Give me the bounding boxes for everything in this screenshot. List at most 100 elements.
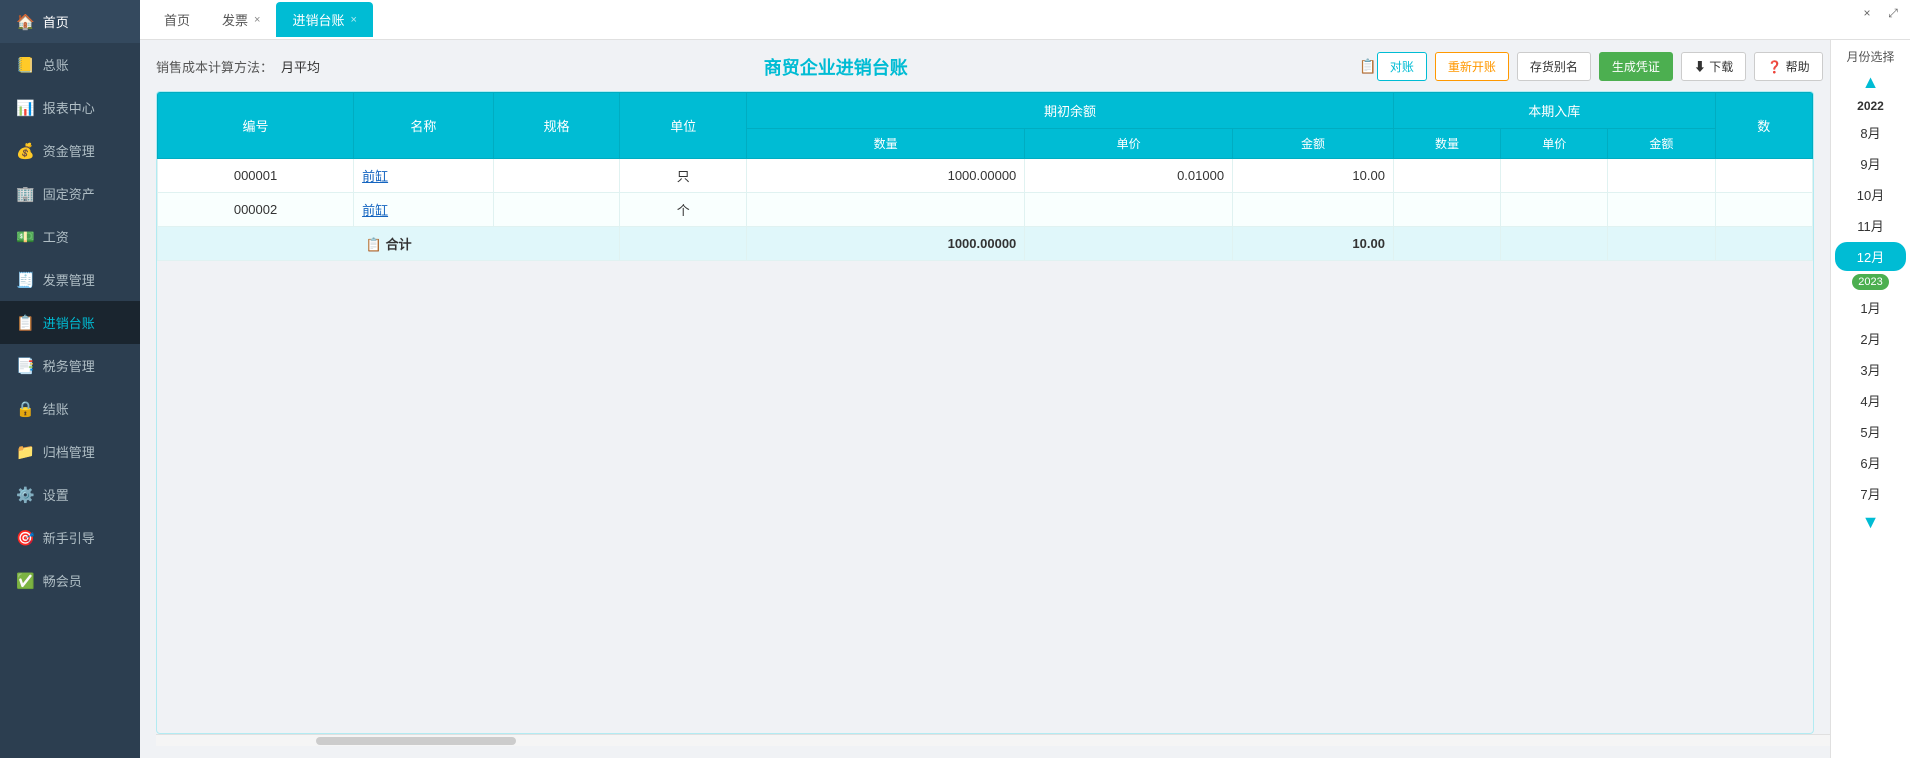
month-item-5[interactable]: 5月	[1835, 417, 1894, 446]
cell-more-1	[1715, 159, 1813, 193]
tab-invoice-close[interactable]: ×	[254, 14, 260, 26]
window-close-button[interactable]: ×	[1858, 4, 1876, 22]
month-nav-up[interactable]: ▲	[1858, 91, 1884, 95]
sidebar-label-tax: 税务管理	[43, 356, 95, 375]
cost-method-value: 月平均	[281, 57, 320, 76]
tab-sales-ledger-close[interactable]: ×	[350, 14, 356, 26]
month-item-1[interactable]: 1月	[1835, 293, 1894, 322]
ledger-icon: 📒	[16, 56, 35, 74]
title-copy-icon[interactable]: 📋	[1359, 58, 1376, 75]
month-item-3[interactable]: 3月	[1835, 355, 1894, 384]
sidebar-item-invoice-mgr[interactable]: 🧾 发票管理	[0, 258, 140, 301]
sidebar-label-archive: 归档管理	[43, 442, 95, 461]
tab-home-label: 首页	[164, 10, 190, 29]
sidebar-item-salary[interactable]: 💵 工资	[0, 215, 140, 258]
cell-more-2	[1715, 193, 1813, 227]
month-item-10[interactable]: 10月	[1835, 180, 1894, 209]
window-maximize-button[interactable]: ⤢	[1884, 4, 1902, 22]
download-icon: ⬇	[1694, 60, 1706, 74]
sidebar-item-close[interactable]: 🔒 结账	[0, 387, 140, 430]
col-header-period-in: 本期入库	[1393, 93, 1715, 129]
close-account-icon: 🔒	[16, 400, 35, 418]
salary-icon: 💵	[16, 228, 35, 246]
month-item-4[interactable]: 4月	[1835, 386, 1894, 415]
sidebar-item-guide[interactable]: 🎯 新手引导	[0, 516, 140, 559]
horizontal-scrollbar[interactable]	[156, 734, 1894, 746]
reconcile-button[interactable]: 对账	[1377, 52, 1427, 81]
sidebar-label-funds: 资金管理	[43, 141, 95, 160]
total-opening-qty: 1000.00000	[747, 227, 1025, 261]
cell-name-2[interactable]: 前缸	[354, 193, 494, 227]
cell-code-1: 000001	[158, 159, 354, 193]
tax-icon: 📑	[16, 357, 35, 375]
total-in-qty	[1393, 227, 1500, 261]
sidebar-label-member: 畅会员	[43, 571, 82, 590]
total-unit	[620, 227, 747, 261]
generate-voucher-button[interactable]: 生成凭证	[1599, 52, 1673, 81]
sidebar-label-ledger: 总账	[43, 55, 69, 74]
cell-in-price-1	[1501, 159, 1608, 193]
sidebar-label-assets: 固定资产	[43, 184, 95, 203]
cell-name-1[interactable]: 前缸	[354, 159, 494, 193]
month-item-9[interactable]: 9月	[1835, 149, 1894, 178]
sidebar-label-reports: 报表中心	[43, 98, 95, 117]
col-header-opening-qty: 数量	[747, 129, 1025, 159]
tab-sales-ledger-label: 进销台账	[292, 10, 344, 29]
cell-opening-qty-2	[747, 193, 1025, 227]
total-opening-amount: 10.00	[1233, 227, 1394, 261]
sidebar: 🏠 首页 📒 总账 📊 报表中心 💰 资金管理 🏢 固定资产 💵 工资 🧾 发票…	[0, 0, 140, 758]
reports-icon: 📊	[16, 99, 35, 117]
reopen-button[interactable]: 重新开账	[1435, 52, 1509, 81]
sidebar-item-member[interactable]: ✅ 畅会员	[0, 559, 140, 602]
tab-invoice[interactable]: 发票 ×	[206, 2, 276, 37]
cell-opening-price-2	[1025, 193, 1233, 227]
year-2023-badge: 2023	[1852, 274, 1888, 290]
help-button[interactable]: ❓ 帮助	[1754, 52, 1822, 81]
sidebar-item-assets[interactable]: 🏢 固定资产	[0, 172, 140, 215]
tab-bar: 首页 发票 × 进销台账 × × ⤢	[140, 0, 1910, 40]
sidebar-label-guide: 新手引导	[43, 528, 95, 547]
year-2022-label: 2022	[1857, 99, 1884, 113]
month-item-6[interactable]: 6月	[1835, 448, 1894, 477]
col-header-in-qty: 数量	[1393, 129, 1500, 159]
col-header-name: 名称	[354, 93, 494, 159]
cell-in-amount-2	[1608, 193, 1715, 227]
cell-opening-amount-1: 10.00	[1233, 159, 1394, 193]
download-button[interactable]: ⬇ 下载	[1681, 52, 1746, 81]
sidebar-label-close: 结账	[43, 399, 69, 418]
toolbar-right: 对账 重新开账 存货别名 生成凭证 ⬇ 下载 ❓ 帮助 ↻ 刷新	[1377, 52, 1894, 81]
sidebar-item-funds[interactable]: 💰 资金管理	[0, 129, 140, 172]
sidebar-item-settings[interactable]: ⚙️ 设置	[0, 473, 140, 516]
page-title: 商贸企业进销台账	[320, 54, 1351, 80]
sidebar-label-settings: 设置	[43, 485, 69, 504]
cell-opening-price-1: 0.01000	[1025, 159, 1233, 193]
cell-opening-qty-1: 1000.00000	[747, 159, 1025, 193]
month-item-7[interactable]: 7月	[1835, 479, 1894, 508]
col-header-opening-price: 单价	[1025, 129, 1233, 159]
sidebar-item-sales-ledger[interactable]: 📋 进销台账	[0, 301, 140, 344]
sidebar-item-tax[interactable]: 📑 税务管理	[0, 344, 140, 387]
title-area: 商贸企业进销台账 📋	[320, 54, 1377, 80]
col-header-more: 数	[1715, 93, 1813, 159]
save-alias-button[interactable]: 存货别名	[1517, 52, 1591, 81]
funds-icon: 💰	[16, 142, 35, 160]
home-icon: 🏠	[16, 13, 35, 31]
tab-home[interactable]: 首页	[148, 2, 206, 37]
sidebar-item-ledger[interactable]: 📒 总账	[0, 43, 140, 86]
sidebar-item-reports[interactable]: 📊 报表中心	[0, 86, 140, 129]
month-item-2[interactable]: 2月	[1835, 324, 1894, 353]
cell-unit-2: 个	[620, 193, 747, 227]
cost-method-label: 销售成本计算方法：	[156, 57, 273, 76]
month-item-12[interactable]: 12月	[1835, 242, 1894, 271]
month-item-8[interactable]: 8月	[1835, 118, 1894, 147]
help-icon: ❓	[1767, 60, 1782, 74]
tab-sales-ledger[interactable]: 进销台账 ×	[276, 2, 372, 37]
sidebar-item-home[interactable]: 🏠 首页	[0, 0, 140, 43]
month-nav-down[interactable]: ▼	[1858, 509, 1884, 535]
sidebar-item-archive[interactable]: 📁 归档管理	[0, 430, 140, 473]
sidebar-label-home: 首页	[43, 12, 69, 31]
scrollbar-thumb[interactable]	[316, 737, 516, 745]
member-icon: ✅	[16, 572, 35, 590]
month-item-11[interactable]: 11月	[1835, 211, 1894, 240]
data-table: 编号 名称 规格 单位 期初余额 本期入库 数 数量 单价 金额 数	[157, 92, 1813, 261]
